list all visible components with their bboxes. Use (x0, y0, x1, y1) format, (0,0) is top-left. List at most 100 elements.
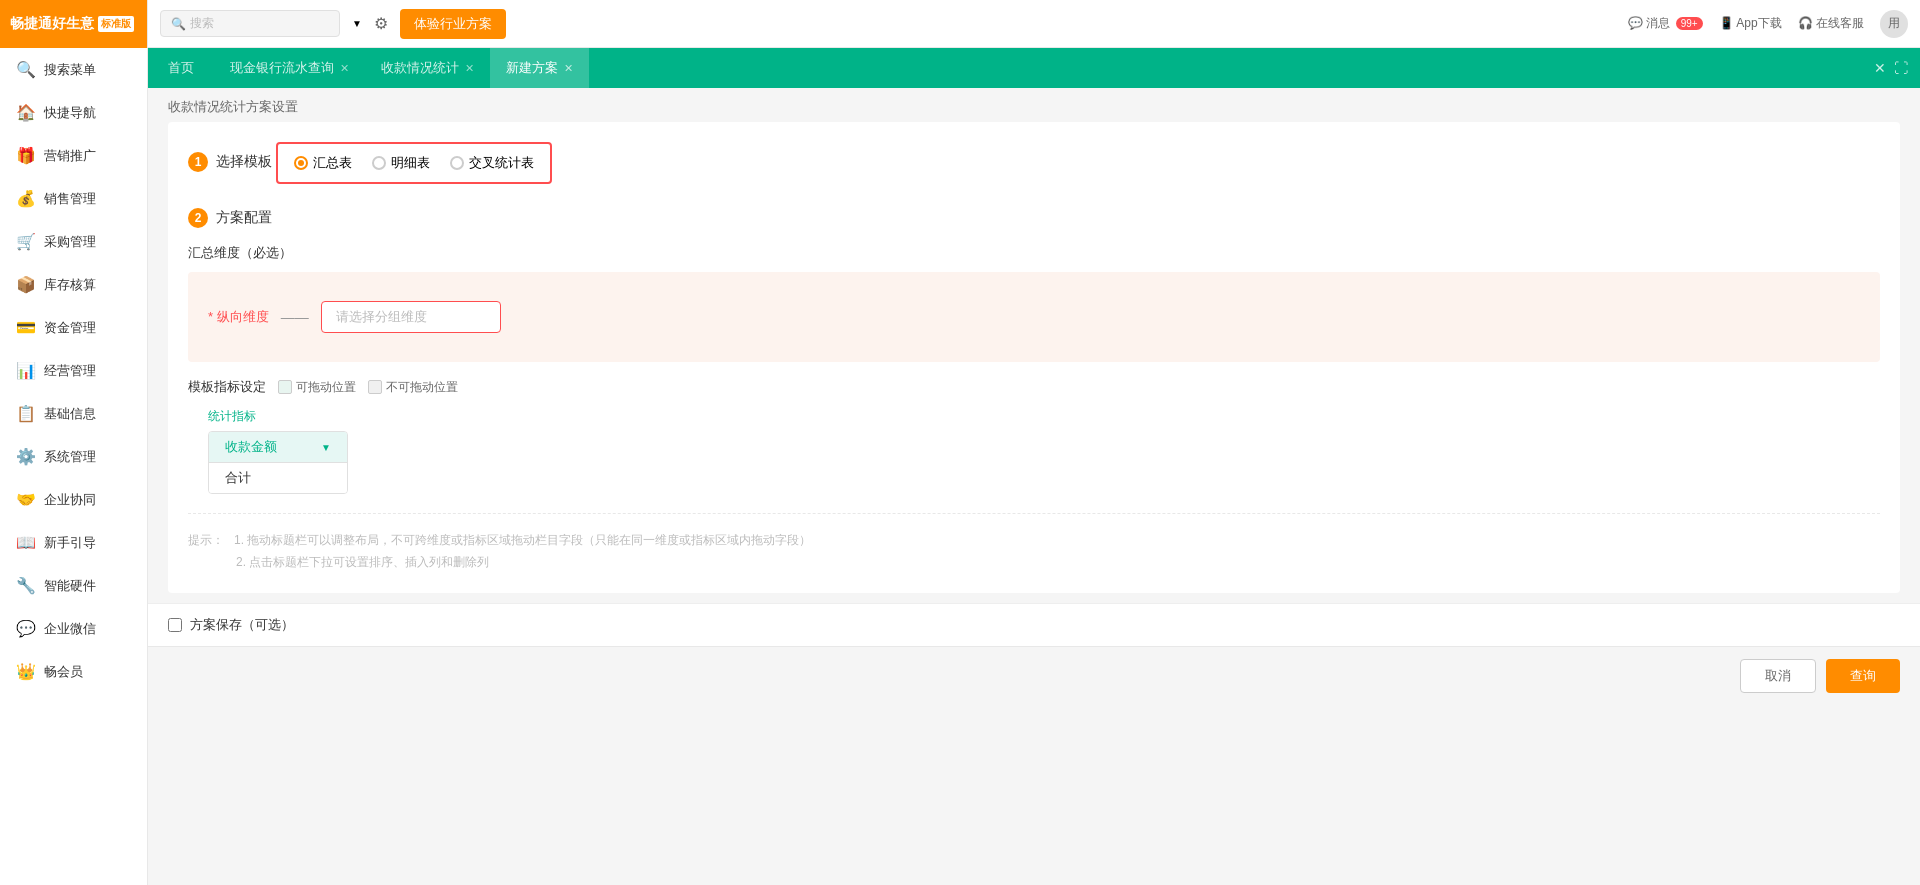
query-button[interactable]: 查询 (1826, 659, 1900, 693)
template-selector: 汇总表 明细表 交叉统计表 (276, 142, 552, 184)
main-area: 🔍 搜索 ▼ ⚙ 体验行业方案 💬 消息 99+ 📱 App下载 🎧 在线客服 … (148, 0, 1920, 885)
sidebar-item-hardware[interactable]: 🔧 智能硬件 (0, 564, 147, 607)
step1-number: 1 (188, 152, 208, 172)
chevron-down-icon[interactable]: ▼ (352, 18, 362, 29)
search-placeholder-text: 搜索 (190, 15, 214, 32)
search-menu-icon: 🔍 (16, 60, 36, 79)
tab-bank-flow[interactable]: 现金银行流水查询 ✕ (214, 48, 365, 88)
indicator-table: 收款金额 ▼ 合计 (208, 431, 348, 494)
tab-home-label: 首页 (168, 59, 194, 77)
vertical-dimension-label: * 纵向维度 (208, 308, 269, 326)
indicator-content: 统计指标 收款金额 ▼ 合计 (188, 408, 1880, 497)
sidebar-label-finance: 资金管理 (44, 319, 96, 337)
radio-cross[interactable]: 交叉统计表 (450, 154, 534, 172)
search-icon: 🔍 (171, 17, 186, 31)
tabbar-close-btn[interactable]: ✕ (1874, 60, 1886, 76)
content-area: 收款情况统计方案设置 1 选择模板 汇总表 明细表 (148, 88, 1920, 885)
tab-collection-stat-close[interactable]: ✕ (465, 62, 474, 75)
non-draggable-toggle: 不可拖动位置 (368, 379, 458, 396)
tab-new-plan[interactable]: 新建方案 ✕ (490, 48, 589, 88)
topbar: 🔍 搜索 ▼ ⚙ 体验行业方案 💬 消息 99+ 📱 App下载 🎧 在线客服 … (148, 0, 1920, 48)
topbar-actions: 💬 消息 99+ 📱 App下载 🎧 在线客服 用 (1628, 10, 1908, 38)
sidebar-item-marketing[interactable]: 🎁 营销推广 (0, 134, 147, 177)
hint-section: 提示： 1. 拖动标题栏可以调整布局，不可跨维度或指标区域拖动栏目字段（只能在同… (188, 513, 1880, 573)
indicator-table-header[interactable]: 收款金额 ▼ (209, 432, 347, 463)
sidebar-item-basic-info[interactable]: 📋 基础信息 (0, 392, 147, 435)
sidebar-item-operation[interactable]: 📊 经营管理 (0, 349, 147, 392)
sidebar-item-purchase[interactable]: 🛒 采购管理 (0, 220, 147, 263)
user-avatar[interactable]: 用 (1880, 10, 1908, 38)
newbie-icon: 📖 (16, 533, 36, 552)
marketing-icon: 🎁 (16, 146, 36, 165)
sidebar-label-marketing: 营销推广 (44, 147, 96, 165)
radio-cross-dot (450, 156, 464, 170)
sidebar: 畅捷通好生意 标准版 🔍 搜索菜单 🏠 快捷导航 🎁 营销推广 💰 销售管理 🛒… (0, 0, 148, 885)
sidebar-item-sales[interactable]: 💰 销售管理 (0, 177, 147, 220)
draggable-toggle-box (278, 380, 292, 394)
sidebar-label-operation: 经营管理 (44, 362, 96, 380)
tab-collection-stat-label: 收款情况统计 (381, 59, 459, 77)
indicator-title: 模板指标设定 (188, 378, 266, 396)
tab-home[interactable]: 首页 (148, 48, 214, 88)
message-label[interactable]: 💬 消息 99+ (1628, 15, 1703, 32)
tab-collection-stat[interactable]: 收款情况统计 ✕ (365, 48, 490, 88)
tabbar-expand-btn[interactable]: ⛶ (1894, 60, 1908, 76)
sidebar-item-system[interactable]: ⚙️ 系统管理 (0, 435, 147, 478)
sidebar-label-search-menu: 搜索菜单 (44, 61, 96, 79)
cancel-button[interactable]: 取消 (1740, 659, 1816, 693)
dimension-section-title: 汇总维度（必选） (188, 244, 1880, 262)
sidebar-item-search-menu[interactable]: 🔍 搜索菜单 (0, 48, 147, 91)
radio-summary-label: 汇总表 (313, 154, 352, 172)
basic-info-icon: 📋 (16, 404, 36, 423)
member-icon: 👑 (16, 662, 36, 681)
sidebar-label-member: 畅会员 (44, 663, 83, 681)
sidebar-label-sales: 销售管理 (44, 190, 96, 208)
radio-detail[interactable]: 明细表 (372, 154, 430, 172)
radio-summary-dot (294, 156, 308, 170)
sidebar-item-finance[interactable]: 💳 资金管理 (0, 306, 147, 349)
sidebar-item-inventory[interactable]: 📦 库存核算 (0, 263, 147, 306)
step2-section: 2 方案配置 汇总维度（必选） * 纵向维度 —— 请选择分组维度 (188, 208, 1880, 573)
main-card: 1 选择模板 汇总表 明细表 交叉统计表 (168, 122, 1900, 593)
app-name: 畅捷通好生意 (10, 15, 94, 33)
row-label: 合计 (225, 470, 251, 485)
breadcrumb: 收款情况统计方案设置 (148, 88, 1920, 122)
radio-summary[interactable]: 汇总表 (294, 154, 352, 172)
finance-icon: 💳 (16, 318, 36, 337)
sidebar-item-member[interactable]: 👑 畅会员 (0, 650, 147, 693)
system-icon: ⚙️ (16, 447, 36, 466)
trial-button[interactable]: 体验行业方案 (400, 9, 506, 39)
sidebar-item-quick-nav[interactable]: 🏠 快捷导航 (0, 91, 147, 134)
tab-new-plan-label: 新建方案 (506, 59, 558, 77)
step1-label: 1 选择模板 (188, 152, 272, 172)
settings-icon[interactable]: ⚙ (374, 14, 388, 33)
step1-title: 选择模板 (216, 153, 272, 171)
stats-title: 统计指标 (208, 408, 1880, 425)
topbar-search-box[interactable]: 🔍 搜索 (160, 10, 340, 37)
save-checkbox[interactable] (168, 618, 182, 632)
dimension-row: * 纵向维度 —— 请选择分组维度 (208, 301, 501, 333)
indicator-header: 模板指标设定 可拖动位置 不可拖动位置 (188, 378, 1880, 396)
hardware-icon: 🔧 (16, 576, 36, 595)
tab-bank-flow-close[interactable]: ✕ (340, 62, 349, 75)
radio-detail-dot (372, 156, 386, 170)
sidebar-item-newbie[interactable]: 📖 新手引导 (0, 521, 147, 564)
support-label[interactable]: 🎧 在线客服 (1798, 15, 1864, 32)
draggable-toggle: 可拖动位置 (278, 379, 356, 396)
sidebar-item-enterprise[interactable]: 🤝 企业协同 (0, 478, 147, 521)
wechat-icon: 💬 (16, 619, 36, 638)
tab-new-plan-close[interactable]: ✕ (564, 62, 573, 75)
column-header-chevron[interactable]: ▼ (321, 442, 331, 453)
sidebar-label-enterprise: 企业协同 (44, 491, 96, 509)
dimension-select-placeholder: 请选择分组维度 (336, 309, 427, 324)
indicator-section: 模板指标设定 可拖动位置 不可拖动位置 统计指标 (188, 378, 1880, 497)
download-label[interactable]: 📱 App下载 (1719, 15, 1782, 32)
dimension-area: * 纵向维度 —— 请选择分组维度 (188, 272, 1880, 362)
dimension-section: 汇总维度（必选） * 纵向维度 —— 请选择分组维度 (188, 244, 1880, 362)
dimension-select[interactable]: 请选择分组维度 (321, 301, 501, 333)
app-badge: 标准版 (98, 16, 134, 32)
sidebar-label-newbie: 新手引导 (44, 534, 96, 552)
tab-bank-flow-label: 现金银行流水查询 (230, 59, 334, 77)
step1-section: 1 选择模板 汇总表 明细表 交叉统计表 (188, 142, 1880, 188)
sidebar-item-wechat[interactable]: 💬 企业微信 (0, 607, 147, 650)
